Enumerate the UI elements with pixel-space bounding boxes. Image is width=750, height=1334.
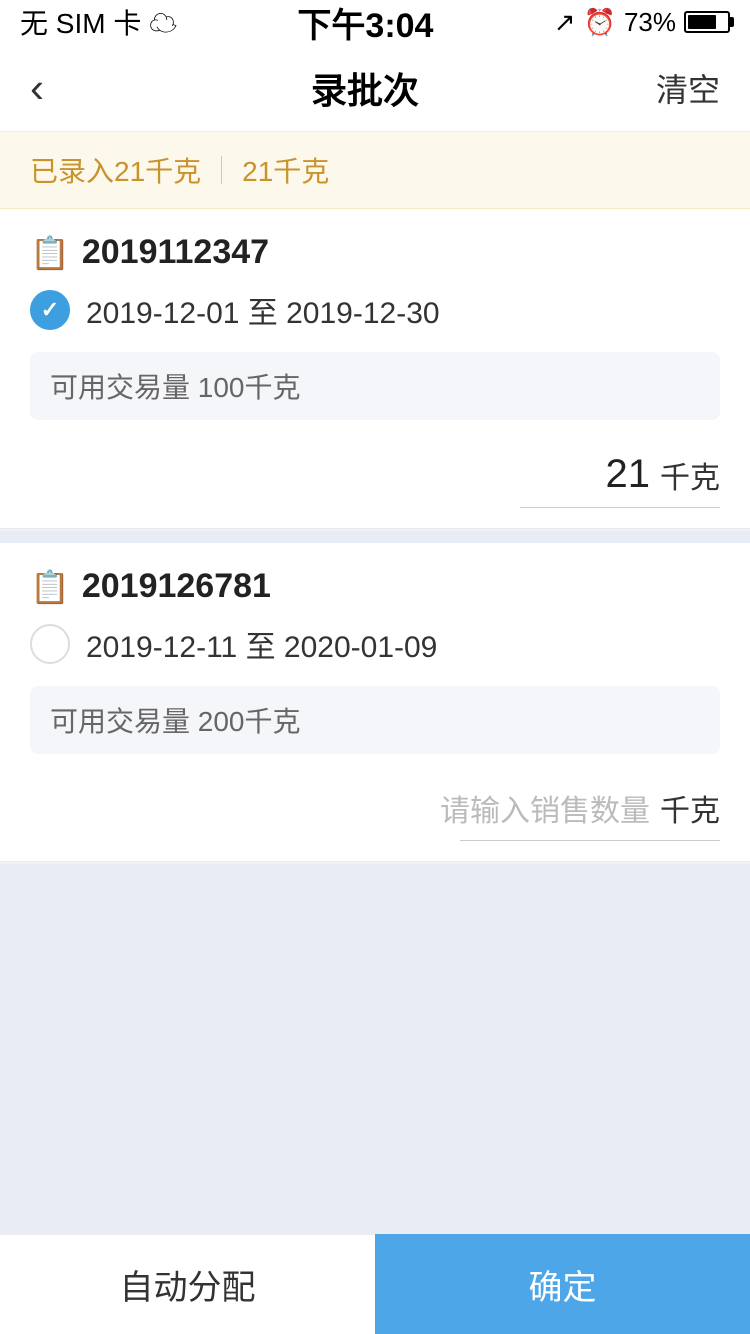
recorded-value: 21千克 xyxy=(242,150,329,190)
back-button[interactable]: ‹ xyxy=(30,64,90,112)
batch-2-date: 2019-12-11 至 2020-01-09 xyxy=(86,622,437,666)
status-time: 下午3:04 xyxy=(297,0,433,47)
batch-1-qty-value: 21 xyxy=(606,452,651,497)
batch-1-header: 📋 2019112347 xyxy=(0,209,750,284)
location-icon: ↗ xyxy=(554,7,576,38)
batch-2-header: 📋 2019126781 xyxy=(0,543,750,618)
batch-1-radio[interactable]: ✓ xyxy=(30,290,70,330)
batch-2-id: 2019126781 xyxy=(82,567,271,606)
batch-1-id: 2019112347 xyxy=(82,233,269,272)
batch-2-qty-row: 请输入销售数量 千克 xyxy=(0,770,750,862)
confirm-button[interactable]: 确定 xyxy=(375,1234,750,1334)
batch-card-2: 📋 2019126781 2019-12-11 至 2020-01-09 可用交… xyxy=(0,543,750,862)
batch-card-1: 📋 2019112347 ✓ 2019-12-01 至 2019-12-30 可… xyxy=(0,209,750,529)
batch-2-radio[interactable] xyxy=(30,624,70,664)
batch-1-date: 2019-12-01 至 2019-12-30 xyxy=(86,288,440,332)
alarm-icon: ⏰ xyxy=(584,7,616,38)
batch-2-available: 可用交易量 200千克 xyxy=(30,686,720,754)
nav-bar: ‹ 录批次 清空 xyxy=(0,44,750,132)
battery-percent: 73% xyxy=(624,7,676,38)
batch-1-date-row: ✓ 2019-12-01 至 2019-12-30 xyxy=(0,284,750,344)
batch-1-qty-row: 21 千克 xyxy=(0,436,750,529)
recorded-label: 已录入21千克 xyxy=(30,150,201,190)
qty-underline-1 xyxy=(520,507,720,508)
page-title: 录批次 xyxy=(90,62,640,114)
info-banner: 已录入21千克 21千克 xyxy=(0,132,750,209)
batch-1-qty-unit: 千克 xyxy=(660,453,720,497)
bottom-bar: 自动分配 确定 xyxy=(0,1234,750,1334)
status-bar: 无 SIM 卡 ☁ 下午3:04 ↗ ⏰ 73% xyxy=(0,0,750,44)
battery-icon xyxy=(684,11,730,33)
status-signal: 无 SIM 卡 ☁ xyxy=(20,2,177,42)
clear-button[interactable]: 清空 xyxy=(640,65,720,111)
empty-area xyxy=(0,864,750,1244)
card-separator xyxy=(0,531,750,543)
batch-2-qty-unit: 千克 xyxy=(660,786,720,830)
batch-2-date-row: 2019-12-11 至 2020-01-09 xyxy=(0,618,750,678)
batch-2-qty-placeholder: 请输入销售数量 xyxy=(440,786,650,830)
batch-1-available: 可用交易量 100千克 xyxy=(30,352,720,420)
status-right: ↗ ⏰ 73% xyxy=(554,7,730,38)
check-icon: ✓ xyxy=(41,297,59,323)
batch-icon-1: 📋 xyxy=(30,234,70,272)
divider xyxy=(221,156,222,184)
batch-icon-2: 📋 xyxy=(30,568,70,606)
auto-distribute-button[interactable]: 自动分配 xyxy=(0,1234,375,1334)
qty-underline-2 xyxy=(460,840,720,841)
